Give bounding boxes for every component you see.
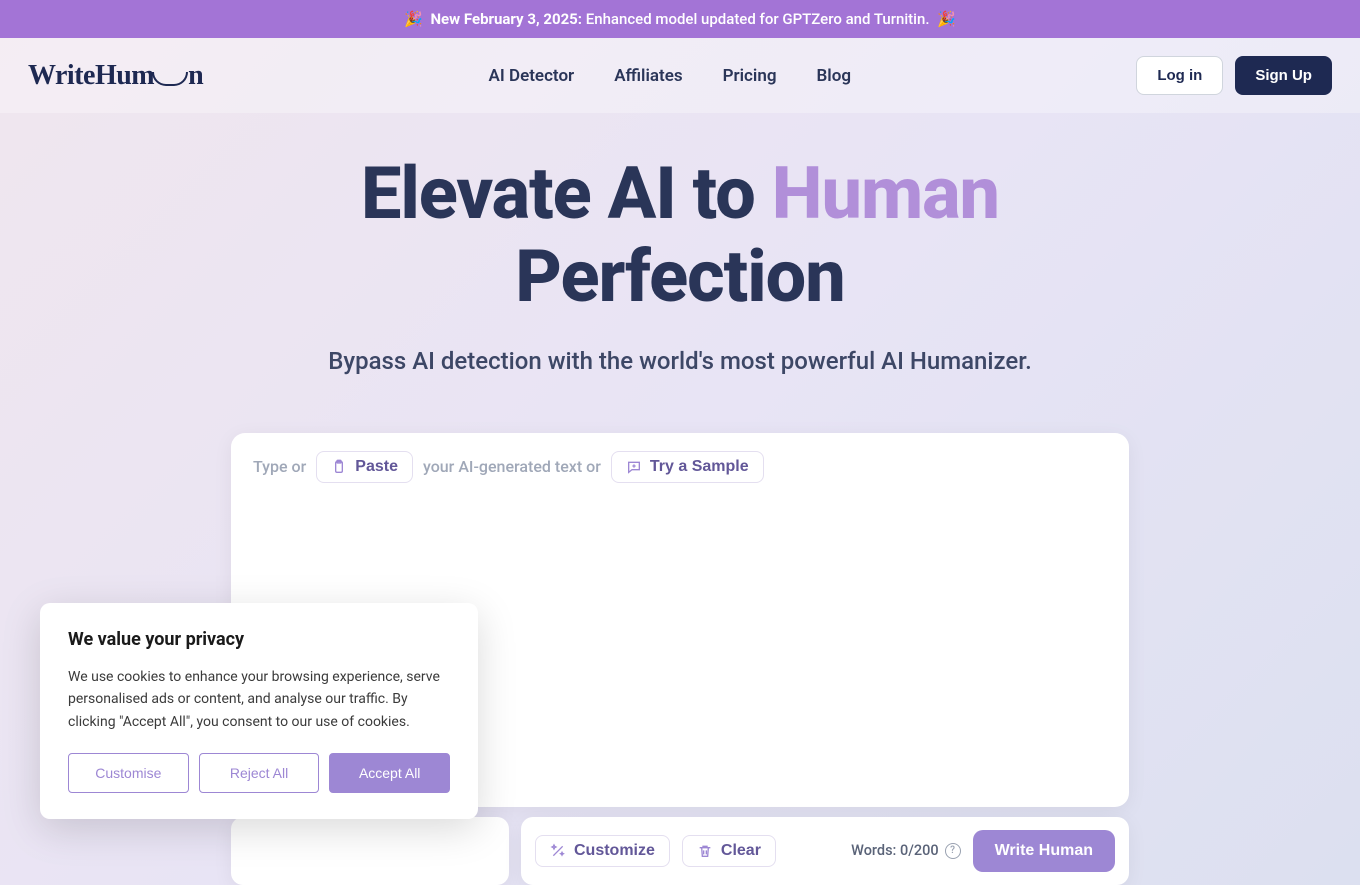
cookie-banner: We value your privacy We use cookies to … — [40, 603, 478, 819]
sample-label: Try a Sample — [650, 458, 749, 476]
toolbar-right-panel: Customize Clear Words: 0/200 ? Write Hum… — [521, 817, 1129, 885]
logo-arc-icon — [152, 72, 188, 86]
word-count-text: Words: 0/200 — [851, 842, 938, 859]
customize-label: Customize — [574, 842, 655, 860]
announcement-prefix: New February 3, 2025: — [430, 10, 582, 28]
logo[interactable]: WriteHum n — [28, 60, 203, 92]
nav-links: AI Detector Affiliates Pricing Blog — [489, 66, 851, 86]
message-plus-icon — [626, 459, 642, 475]
signup-button[interactable]: Sign Up — [1235, 56, 1332, 95]
clear-button[interactable]: Clear — [682, 835, 776, 867]
cookie-customise-button[interactable]: Customise — [68, 753, 189, 793]
clipboard-icon — [331, 459, 347, 475]
party-emoji: 🎉 — [937, 10, 956, 28]
prompt-text-1: Type or — [253, 457, 306, 476]
cookie-title: We value your privacy — [68, 629, 450, 650]
cookie-buttons: Customise Reject All Accept All — [68, 753, 450, 793]
logo-text-pre: WriteHum — [28, 60, 154, 91]
hero-title: Elevate AI to Human Perfection — [20, 153, 1340, 319]
nav-link-affiliates[interactable]: Affiliates — [614, 66, 682, 86]
announcement-bar: 🎉 New February 3, 2025: Enhanced model u… — [0, 0, 1360, 38]
hero-subtitle: Bypass AI detection with the world's mos… — [20, 347, 1340, 375]
editor-prompt-row: Type or Paste your AI-generated text or … — [253, 451, 1107, 483]
hero-title-pre: Elevate AI to — [361, 151, 772, 236]
prompt-text-2: your AI-generated text or — [423, 457, 601, 476]
nav-link-ai-detector[interactable]: AI Detector — [489, 66, 575, 86]
customize-button[interactable]: Customize — [535, 835, 670, 867]
paste-label: Paste — [355, 458, 398, 476]
clear-label: Clear — [721, 842, 761, 860]
cookie-accept-button[interactable]: Accept All — [329, 753, 450, 793]
try-sample-button[interactable]: Try a Sample — [611, 451, 764, 483]
login-button[interactable]: Log in — [1136, 56, 1223, 95]
word-count: Words: 0/200 ? — [851, 842, 960, 859]
hero-title-highlight: Human — [772, 151, 999, 236]
hero-section: Elevate AI to Human Perfection Bypass AI… — [0, 113, 1360, 405]
write-human-button[interactable]: Write Human — [973, 830, 1115, 872]
nav-link-pricing[interactable]: Pricing — [723, 66, 777, 86]
toolbar-row: Customize Clear Words: 0/200 ? Write Hum… — [231, 817, 1129, 885]
navbar: WriteHum n AI Detector Affiliates Pricing… — [0, 38, 1360, 113]
magic-wand-icon — [550, 843, 566, 859]
cookie-body: We use cookies to enhance your browsing … — [68, 666, 450, 733]
cookie-reject-button[interactable]: Reject All — [199, 753, 320, 793]
trash-icon — [697, 843, 713, 859]
party-emoji: 🎉 — [404, 10, 423, 28]
nav-link-blog[interactable]: Blog — [817, 66, 852, 86]
logo-text-post: n — [188, 60, 203, 91]
hero-title-post: Perfection — [515, 234, 844, 319]
paste-button[interactable]: Paste — [316, 451, 413, 483]
nav-buttons: Log in Sign Up — [1136, 56, 1332, 95]
toolbar-left-panel — [231, 817, 509, 885]
announcement-message: Enhanced model updated for GPTZero and T… — [586, 10, 930, 28]
help-icon[interactable]: ? — [945, 843, 961, 859]
